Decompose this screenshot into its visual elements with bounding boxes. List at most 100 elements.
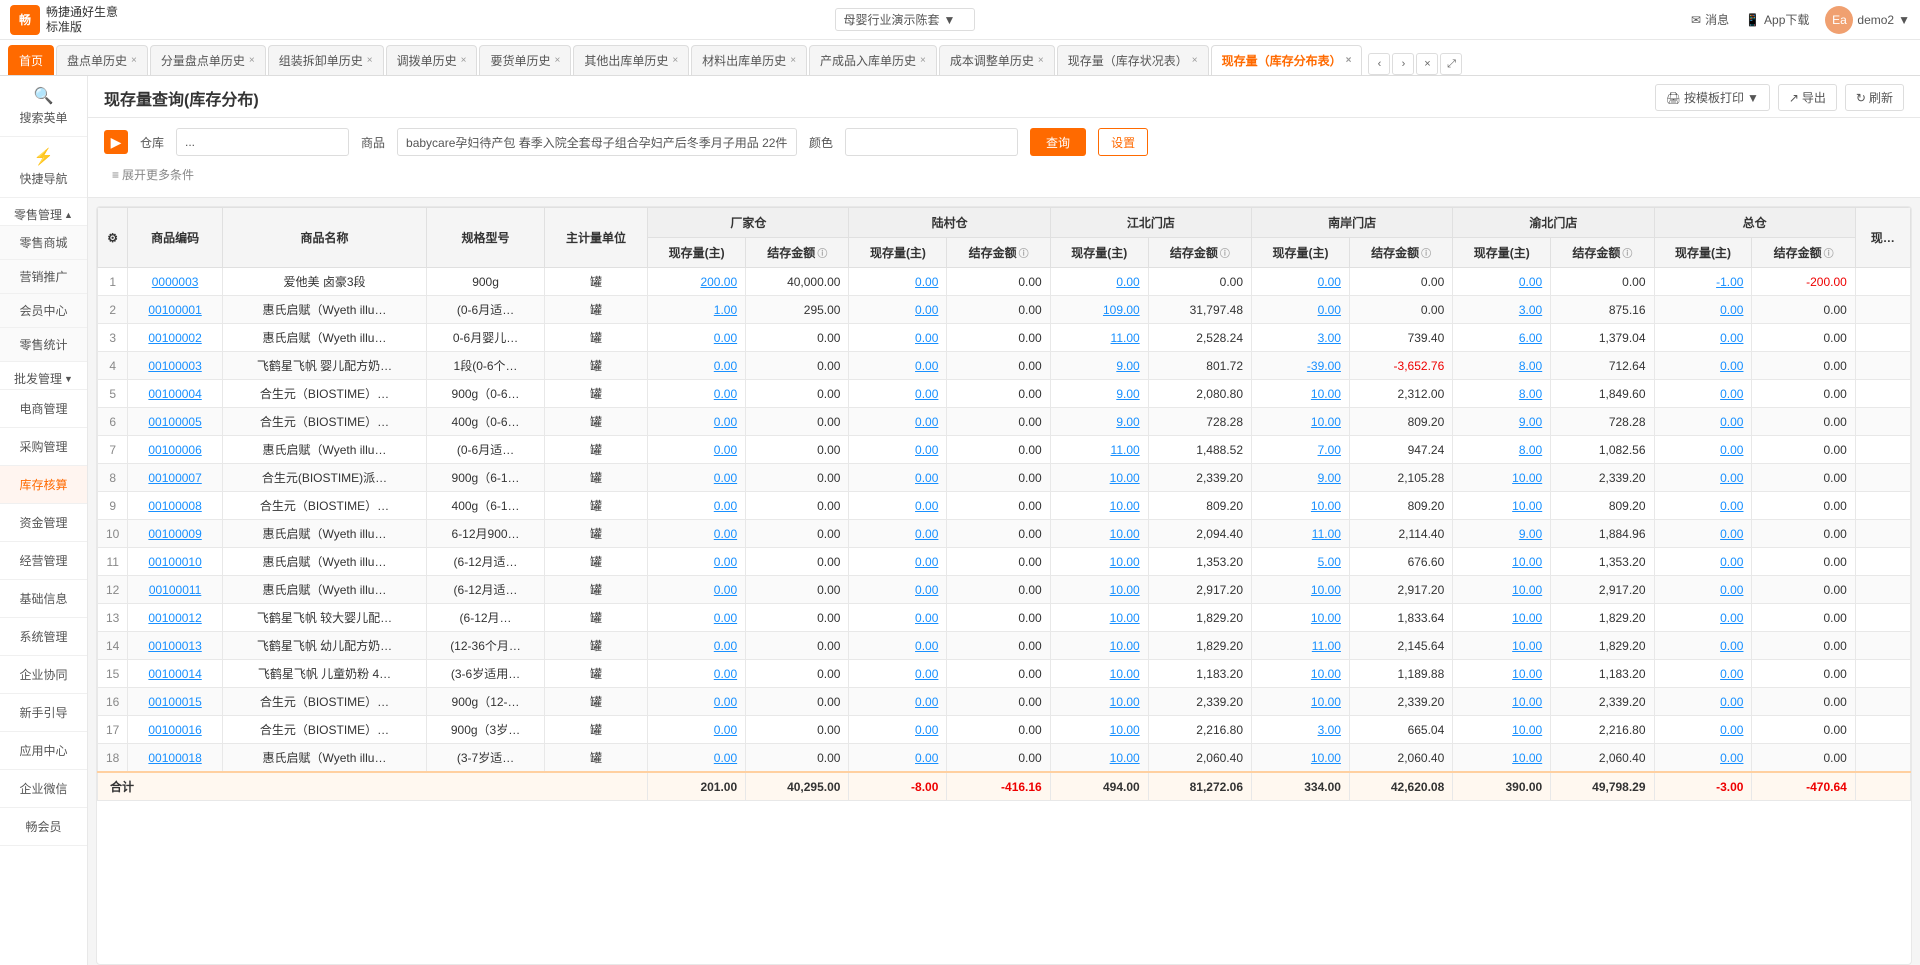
sidebar-item-basic[interactable]: 基础信息: [0, 580, 87, 618]
row-lcc-qty[interactable]: 0.00: [849, 660, 947, 688]
row-code[interactable]: 00100003: [128, 352, 222, 380]
user-area[interactable]: Ea demo2 ▼: [1825, 6, 1910, 34]
row-ybs-qty[interactable]: 10.00: [1453, 688, 1551, 716]
row-ybs-qty[interactable]: 10.00: [1453, 716, 1551, 744]
row-nas-qty[interactable]: 0.00: [1252, 296, 1350, 324]
row-zc-qty[interactable]: 0.00: [1654, 576, 1752, 604]
row-nas-qty[interactable]: 10.00: [1252, 408, 1350, 436]
sidebar-item-retail[interactable]: 零售管理 ▲: [0, 198, 87, 226]
row-jbs-qty[interactable]: 10.00: [1050, 492, 1148, 520]
row-fjc-qty[interactable]: 0.00: [648, 492, 746, 520]
row-ybs-qty[interactable]: 0.00: [1453, 268, 1551, 296]
row-code[interactable]: 00100016: [128, 716, 222, 744]
row-jbs-qty[interactable]: 9.00: [1050, 352, 1148, 380]
row-jbs-qty[interactable]: 10.00: [1050, 688, 1148, 716]
sidebar-item-retail-shop[interactable]: 零售商城: [0, 226, 87, 260]
sidebar-item-vip[interactable]: 畅会员: [0, 808, 87, 846]
filter-toggle-btn[interactable]: ▶: [104, 130, 128, 154]
row-code[interactable]: 00100002: [128, 324, 222, 352]
row-zc-qty[interactable]: 0.00: [1654, 520, 1752, 548]
tab-item-4[interactable]: 调拨单历史 ×: [386, 45, 478, 75]
row-nas-qty[interactable]: 3.00: [1252, 324, 1350, 352]
tab-prev-btn[interactable]: ‹: [1368, 53, 1390, 75]
row-nas-qty[interactable]: 10.00: [1252, 576, 1350, 604]
row-fjc-qty[interactable]: 0.00: [648, 632, 746, 660]
row-zc-qty[interactable]: 0.00: [1654, 296, 1752, 324]
row-code[interactable]: 00100008: [128, 492, 222, 520]
row-ybs-qty[interactable]: 10.00: [1453, 604, 1551, 632]
row-fjc-qty[interactable]: 0.00: [648, 716, 746, 744]
row-ybs-qty[interactable]: 10.00: [1453, 632, 1551, 660]
row-lcc-qty[interactable]: 0.00: [849, 520, 947, 548]
sidebar-item-wechat[interactable]: 企业微信: [0, 770, 87, 808]
row-code[interactable]: 00100014: [128, 660, 222, 688]
row-nas-qty[interactable]: 7.00: [1252, 436, 1350, 464]
row-nas-qty[interactable]: 11.00: [1252, 632, 1350, 660]
tab-next-btn[interactable]: ›: [1392, 53, 1414, 75]
row-lcc-qty[interactable]: 0.00: [849, 548, 947, 576]
row-lcc-qty[interactable]: 0.00: [849, 604, 947, 632]
row-nas-qty[interactable]: 5.00: [1252, 548, 1350, 576]
row-zc-qty[interactable]: 0.00: [1654, 716, 1752, 744]
row-ybs-qty[interactable]: 8.00: [1453, 380, 1551, 408]
row-lcc-qty[interactable]: 0.00: [849, 352, 947, 380]
row-lcc-qty[interactable]: 0.00: [849, 408, 947, 436]
tab-close-2[interactable]: ×: [249, 55, 255, 66]
row-code[interactable]: 00100012: [128, 604, 222, 632]
tab-item-7[interactable]: 材料出库单历史 ×: [691, 45, 807, 75]
tab-close-4[interactable]: ×: [461, 55, 467, 66]
row-code[interactable]: 00100010: [128, 548, 222, 576]
tab-close-all-btn[interactable]: ×: [1416, 53, 1438, 75]
row-code[interactable]: 00100007: [128, 464, 222, 492]
row-zc-qty[interactable]: 0.00: [1654, 492, 1752, 520]
tab-item-9[interactable]: 成本调整单历史 ×: [939, 45, 1055, 75]
row-ybs-qty[interactable]: 9.00: [1453, 408, 1551, 436]
row-ybs-qty[interactable]: 10.00: [1453, 660, 1551, 688]
sidebar-item-system[interactable]: 系统管理: [0, 618, 87, 656]
sidebar-item-ecommerce[interactable]: 电商管理: [0, 390, 87, 428]
tab-close-5[interactable]: ×: [554, 55, 560, 66]
row-lcc-qty[interactable]: 0.00: [849, 492, 947, 520]
expand-filter-btn[interactable]: ≡ 展开更多条件: [104, 162, 202, 187]
tab-close-6[interactable]: ×: [672, 55, 678, 66]
row-lcc-qty[interactable]: 0.00: [849, 436, 947, 464]
sidebar-item-finance[interactable]: 资金管理: [0, 504, 87, 542]
row-zc-qty[interactable]: 0.00: [1654, 744, 1752, 773]
row-lcc-qty[interactable]: 0.00: [849, 296, 947, 324]
row-zc-qty[interactable]: 0.00: [1654, 436, 1752, 464]
row-fjc-qty[interactable]: 1.00: [648, 296, 746, 324]
setting-btn[interactable]: 设置: [1098, 128, 1148, 156]
export-btn[interactable]: ↗ 导出: [1778, 84, 1837, 111]
row-code[interactable]: 00100006: [128, 436, 222, 464]
tab-item-11[interactable]: 现存量（库存分布表） ×: [1211, 45, 1363, 75]
tab-item-5[interactable]: 要货单历史 ×: [479, 45, 571, 75]
tab-close-11[interactable]: ×: [1346, 55, 1352, 66]
row-jbs-qty[interactable]: 10.00: [1050, 548, 1148, 576]
row-lcc-qty[interactable]: 0.00: [849, 576, 947, 604]
row-zc-qty[interactable]: 0.00: [1654, 660, 1752, 688]
row-zc-qty[interactable]: -1.00: [1654, 268, 1752, 296]
color-input[interactable]: [845, 128, 1018, 156]
sidebar-item-enterprise[interactable]: 企业协同: [0, 656, 87, 694]
tab-item-10[interactable]: 现存量（库存状况表） ×: [1057, 45, 1209, 75]
row-jbs-qty[interactable]: 11.00: [1050, 436, 1148, 464]
row-fjc-qty[interactable]: 0.00: [648, 380, 746, 408]
row-fjc-qty[interactable]: 200.00: [648, 268, 746, 296]
row-jbs-qty[interactable]: 10.00: [1050, 464, 1148, 492]
row-ybs-qty[interactable]: 10.00: [1453, 548, 1551, 576]
row-nas-qty[interactable]: 0.00: [1252, 268, 1350, 296]
col-settings[interactable]: ⚙: [98, 208, 128, 268]
row-lcc-qty[interactable]: 0.00: [849, 464, 947, 492]
row-zc-qty[interactable]: 0.00: [1654, 380, 1752, 408]
row-jbs-qty[interactable]: 109.00: [1050, 296, 1148, 324]
row-fjc-qty[interactable]: 0.00: [648, 464, 746, 492]
row-code[interactable]: 00100001: [128, 296, 222, 324]
row-nas-qty[interactable]: 10.00: [1252, 380, 1350, 408]
row-zc-qty[interactable]: 0.00: [1654, 324, 1752, 352]
row-lcc-qty[interactable]: 0.00: [849, 268, 947, 296]
row-code[interactable]: 0000003: [128, 268, 222, 296]
row-nas-qty[interactable]: 10.00: [1252, 492, 1350, 520]
tab-close-8[interactable]: ×: [920, 55, 926, 66]
row-fjc-qty[interactable]: 0.00: [648, 520, 746, 548]
tab-item-8[interactable]: 产成品入库单历史 ×: [809, 45, 937, 75]
